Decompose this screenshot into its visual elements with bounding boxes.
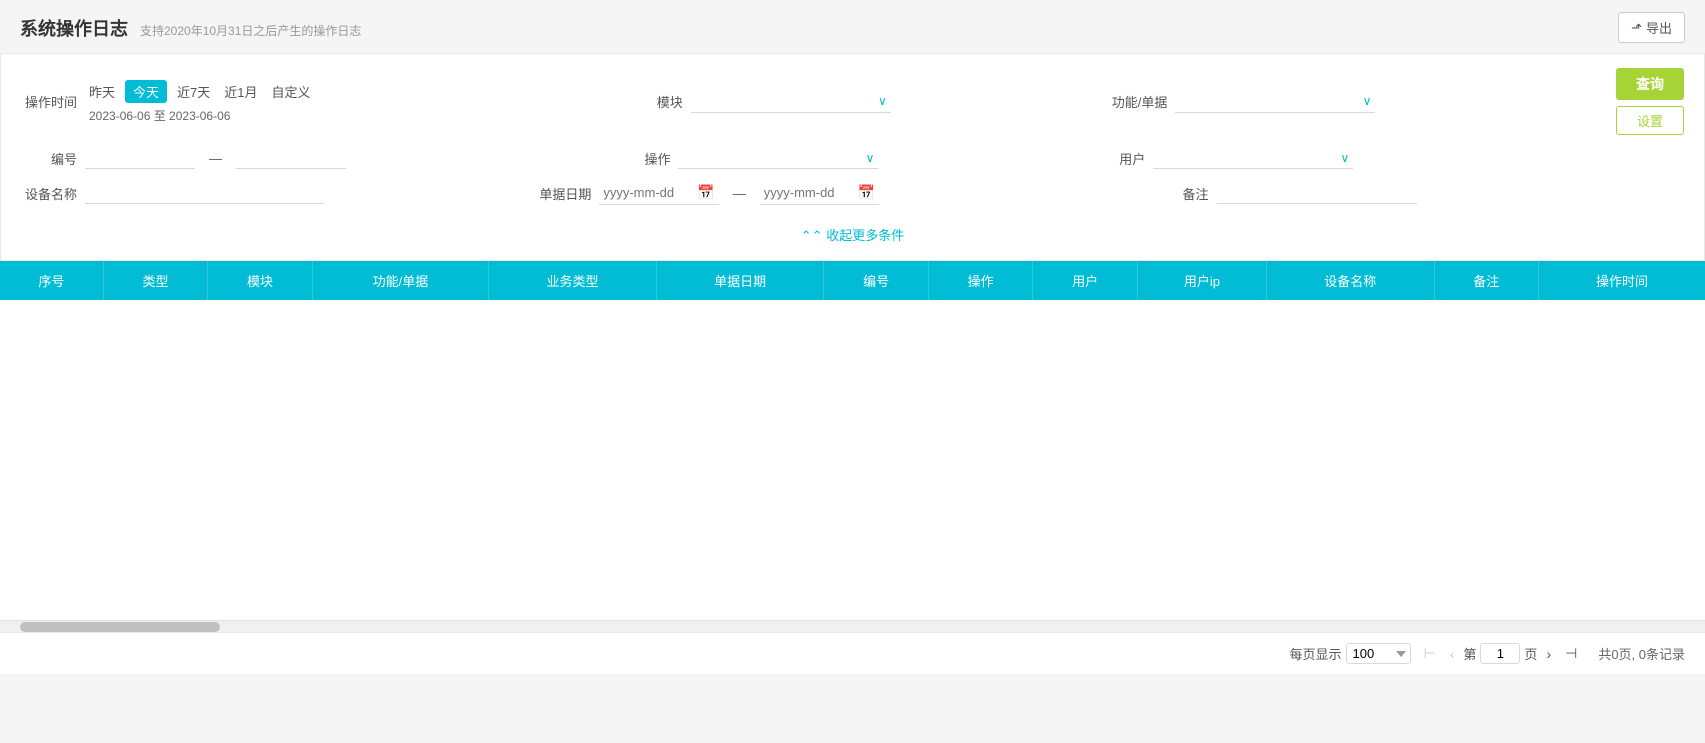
page-number-input[interactable] <box>1480 643 1520 664</box>
number-input-from[interactable] <box>85 147 195 169</box>
page-header: 系统操作日志 支持2020年10月31日之后产生的操作日志 ⬏ 导出 <box>0 0 1705 53</box>
date-to-input[interactable] <box>764 185 854 200</box>
col-biz-type: 业务类型 <box>489 261 657 300</box>
time-shortcuts-col: 昨天 今天 近7天 近1月 自定义 2023-06-06 至 2023-06-0… <box>85 80 315 124</box>
table-header-row: 序号 类型 模块 功能/单据 业务类型 单据日期 编号 操作 用户 用户ip 设… <box>0 261 1705 300</box>
number-dash: — <box>209 151 222 166</box>
col-function: 功能/单据 <box>312 261 488 300</box>
pagination-nav: ⊢ ‹ 第 页 › ⊣ <box>1419 643 1583 664</box>
shortcut-1month[interactable]: 近1月 <box>220 80 261 103</box>
col-user: 用户 <box>1033 261 1137 300</box>
page-unit: 页 <box>1524 644 1537 663</box>
module-label: 模块 <box>627 92 683 111</box>
col-type: 类型 <box>103 261 207 300</box>
query-button[interactable]: 查询 <box>1616 68 1684 100</box>
col-module: 模块 <box>208 261 312 300</box>
single-date-label: 单据日期 <box>535 184 591 203</box>
filter-area: 操作时间 昨天 今天 近7天 近1月 自定义 2023-06-06 至 2023… <box>0 53 1705 261</box>
shortcut-yesterday[interactable]: 昨天 <box>85 80 119 103</box>
first-page-button[interactable]: ⊢ <box>1419 643 1441 664</box>
prev-page-button[interactable]: ‹ <box>1445 644 1460 664</box>
col-seq: 序号 <box>0 261 103 300</box>
page-subtitle: 支持2020年10月31日之后产生的操作日志 <box>140 22 361 39</box>
user-label: 用户 <box>1089 149 1145 168</box>
user-filter: 用户 ∨ <box>1089 147 1564 169</box>
table-container: 序号 类型 模块 功能/单据 业务类型 单据日期 编号 操作 用户 用户ip 设… <box>0 261 1705 620</box>
user-select[interactable] <box>1153 147 1353 168</box>
operation-label: 操作 <box>614 149 670 168</box>
device-label: 设备名称 <box>21 184 77 203</box>
time-label: 操作时间 <box>21 92 77 111</box>
number-input-to[interactable] <box>236 147 346 169</box>
col-remark: 备注 <box>1434 261 1538 300</box>
device-filter: 设备名称 <box>21 182 535 204</box>
page-title: 系统操作日志 <box>20 15 128 41</box>
col-number: 编号 <box>824 261 928 300</box>
module-filter: 模块 ∨ <box>627 91 1112 113</box>
date-dash: — <box>733 186 746 201</box>
shortcut-custom[interactable]: 自定义 <box>268 80 315 103</box>
page-size-select[interactable]: 100 50 20 <box>1346 643 1411 664</box>
page-size-label: 每页显示 <box>1290 644 1342 663</box>
collapse-label: 收起更多条件 <box>826 228 904 243</box>
shortcut-7days[interactable]: 近7天 <box>173 80 214 103</box>
operation-select-wrapper: ∨ <box>678 147 878 169</box>
number-label: 编号 <box>21 149 77 168</box>
settings-button[interactable]: 设置 <box>1616 106 1684 135</box>
remark-label: 备注 <box>1153 184 1209 203</box>
last-page-button[interactable]: ⊣ <box>1560 643 1582 664</box>
function-label: 功能/单据 <box>1111 92 1167 111</box>
export-button[interactable]: ⬏ 导出 <box>1618 12 1685 43</box>
filter-row-3: 设备名称 单据日期 📅 — 📅 备注 <box>21 181 1684 205</box>
export-label: 导出 <box>1646 18 1672 37</box>
date-to-wrapper: 📅 <box>760 181 879 205</box>
col-single-date: 单据日期 <box>656 261 824 300</box>
scrollbar-thumb[interactable] <box>20 622 220 632</box>
operation-select[interactable] <box>678 147 878 168</box>
operation-filter: 操作 ∨ <box>614 147 1089 169</box>
device-input[interactable] <box>85 182 325 204</box>
horizontal-scrollbar[interactable] <box>0 620 1705 632</box>
time-filter: 操作时间 昨天 今天 近7天 近1月 自定义 2023-06-06 至 2023… <box>21 80 627 124</box>
function-select[interactable] <box>1175 91 1375 112</box>
page-prefix: 第 <box>1463 644 1476 663</box>
collapse-chevron-icon: ⌃⌃ <box>801 228 826 243</box>
module-select[interactable] <box>691 91 891 112</box>
module-select-wrapper: ∨ <box>691 91 891 113</box>
data-table: 序号 类型 模块 功能/单据 业务类型 单据日期 编号 操作 用户 用户ip 设… <box>0 261 1705 300</box>
date-range-display: 2023-06-06 至 2023-06-06 <box>89 107 315 124</box>
function-select-wrapper: ∨ <box>1175 91 1375 113</box>
empty-area <box>0 300 1705 620</box>
action-buttons: 查询 设置 <box>1616 68 1684 135</box>
function-filter: 功能/单据 ∨ <box>1111 91 1596 113</box>
user-select-wrapper: ∨ <box>1153 147 1353 169</box>
filter-row-1: 操作时间 昨天 今天 近7天 近1月 自定义 2023-06-06 至 2023… <box>21 68 1684 135</box>
pagination-bar: 每页显示 100 50 20 ⊢ ‹ 第 页 › ⊣ 共0页, 0条记录 <box>0 632 1705 674</box>
export-icon: ⬏ <box>1631 20 1642 36</box>
shortcut-today[interactable]: 今天 <box>125 80 167 103</box>
table-head: 序号 类型 模块 功能/单据 业务类型 单据日期 编号 操作 用户 用户ip 设… <box>0 261 1705 300</box>
col-user-ip: 用户ip <box>1137 261 1266 300</box>
col-device: 设备名称 <box>1266 261 1434 300</box>
total-info: 共0页, 0条记录 <box>1598 644 1685 663</box>
col-operation: 操作 <box>928 261 1032 300</box>
date-from-input[interactable] <box>603 185 693 200</box>
next-page-button[interactable]: › <box>1541 644 1556 664</box>
filter-row-2: 编号 — 操作 ∨ 用户 ∨ <box>21 147 1684 169</box>
single-date-filter: 单据日期 📅 — 📅 <box>535 181 1152 205</box>
col-op-time: 操作时间 <box>1539 261 1705 300</box>
collapse-bar[interactable]: ⌃⌃ 收起更多条件 <box>21 217 1684 250</box>
date-from-wrapper: 📅 <box>599 181 718 205</box>
remark-input[interactable] <box>1217 182 1417 204</box>
number-filter: 编号 — <box>21 147 614 169</box>
remark-filter: 备注 <box>1153 182 1564 204</box>
time-shortcuts: 昨天 今天 近7天 近1月 自定义 <box>85 80 315 103</box>
calendar-from-icon[interactable]: 📅 <box>697 184 714 201</box>
page-size-area: 每页显示 100 50 20 <box>1290 643 1411 664</box>
calendar-to-icon[interactable]: 📅 <box>858 184 875 201</box>
title-area: 系统操作日志 支持2020年10月31日之后产生的操作日志 <box>20 15 361 41</box>
